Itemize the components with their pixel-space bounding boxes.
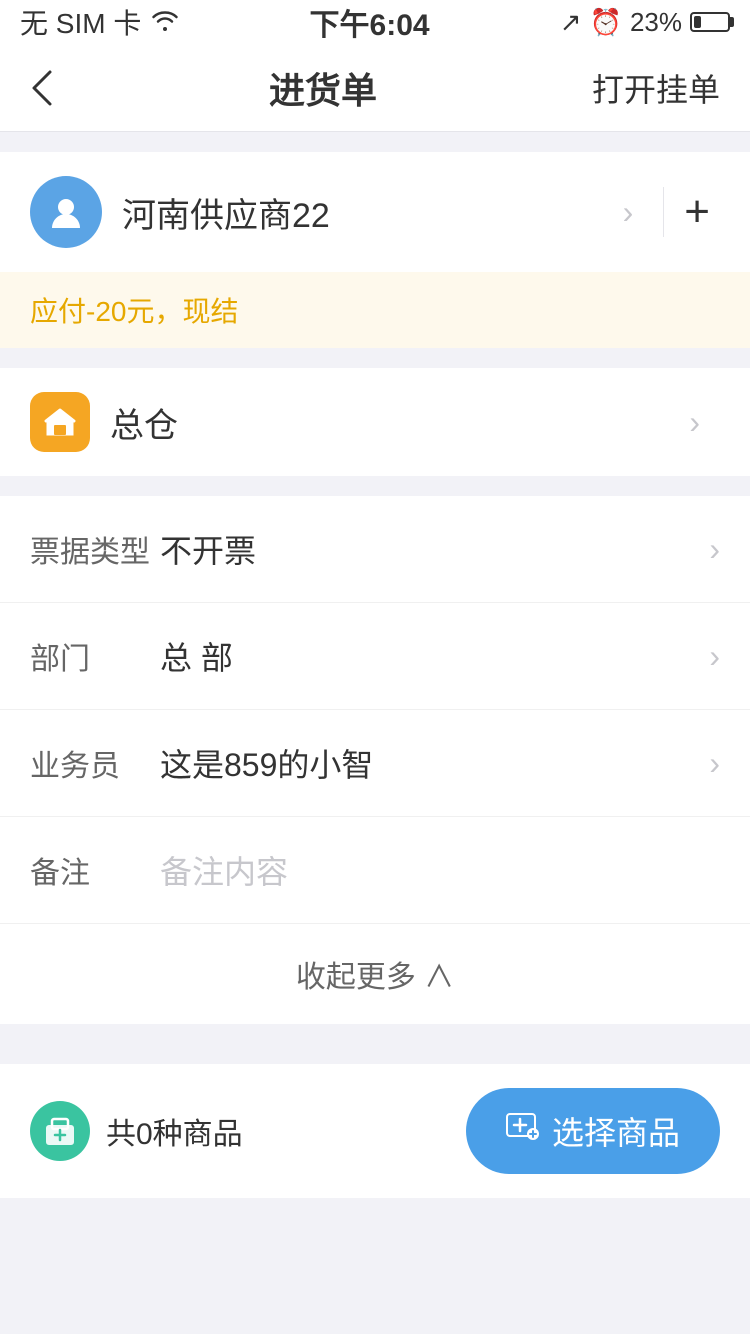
notice-text: 应付-20元，现结	[30, 296, 238, 327]
status-bar: 无 SIM 卡 下午6:04 ↗ ⏰ 23%	[0, 0, 750, 44]
select-product-icon	[506, 1113, 540, 1149]
section-gap-4	[0, 1024, 750, 1044]
location-icon: ↗	[560, 7, 582, 38]
status-time: 下午6:04	[310, 0, 430, 44]
salesman-row[interactable]: 业务员 这是859的小智 ›	[0, 710, 750, 817]
page-title: 进货单	[269, 62, 377, 114]
remark-label: 备注	[30, 848, 160, 892]
alarm-icon: ⏰	[590, 7, 622, 38]
form-section: 票据类型 不开票 › 部门 总 部 › 业务员 这是859的小智 › 备注 备注…	[0, 496, 750, 1024]
bill-type-value: 不开票	[160, 526, 709, 572]
warehouse-name: 总仓	[110, 398, 689, 447]
department-row[interactable]: 部门 总 部 ›	[0, 603, 750, 710]
section-gap-2	[0, 348, 750, 368]
add-supplier-button[interactable]: +	[674, 187, 720, 237]
warehouse-row[interactable]: 总仓 ›	[0, 368, 750, 476]
collapse-button[interactable]: 收起更多 ∧	[0, 923, 750, 1024]
select-product-label: 选择商品	[552, 1108, 680, 1154]
select-product-button[interactable]: 选择商品	[466, 1088, 720, 1174]
supplier-chevron-icon: ›	[623, 194, 634, 231]
remark-row[interactable]: 备注 备注内容	[0, 817, 750, 923]
collapse-text: 收起更多 ∧	[296, 952, 454, 996]
product-count-text: 共0种商品	[106, 1109, 243, 1153]
department-chevron-icon: ›	[709, 638, 720, 675]
department-value: 总 部	[160, 633, 709, 679]
wifi-icon	[151, 6, 179, 38]
salesman-label: 业务员	[30, 741, 160, 785]
product-count-area: 共0种商品	[30, 1101, 243, 1161]
nav-bar: 进货单 打开挂单	[0, 44, 750, 132]
bill-type-row[interactable]: 票据类型 不开票 ›	[0, 496, 750, 603]
section-gap-3	[0, 476, 750, 496]
bill-type-label: 票据类型	[30, 527, 160, 571]
department-label: 部门	[30, 634, 160, 678]
bottom-bar: 共0种商品 选择商品	[0, 1064, 750, 1198]
supplier-avatar	[30, 176, 102, 248]
salesman-chevron-icon: ›	[709, 745, 720, 782]
battery-text: 23%	[630, 7, 682, 38]
status-left: 无 SIM 卡	[20, 2, 179, 42]
carrier-text: 无 SIM 卡	[20, 2, 141, 42]
supplier-row[interactable]: 河南供应商22 › +	[0, 152, 750, 272]
supplier-name: 河南供应商22	[122, 188, 623, 237]
product-icon	[30, 1101, 90, 1161]
status-right: ↗ ⏰ 23%	[560, 7, 730, 38]
supplier-section: 河南供应商22 › + 应付-20元，现结	[0, 152, 750, 348]
back-button[interactable]	[30, 68, 54, 108]
notice-bar: 应付-20元，现结	[0, 272, 750, 348]
vertical-divider	[663, 187, 664, 237]
bill-type-chevron-icon: ›	[709, 531, 720, 568]
salesman-value: 这是859的小智	[160, 740, 709, 786]
section-gap-1	[0, 132, 750, 152]
warehouse-chevron-icon: ›	[689, 404, 700, 441]
open-pending-button[interactable]: 打开挂单	[592, 65, 720, 111]
battery-icon	[690, 12, 730, 32]
remark-input[interactable]: 备注内容	[160, 847, 720, 893]
warehouse-icon	[30, 392, 90, 452]
